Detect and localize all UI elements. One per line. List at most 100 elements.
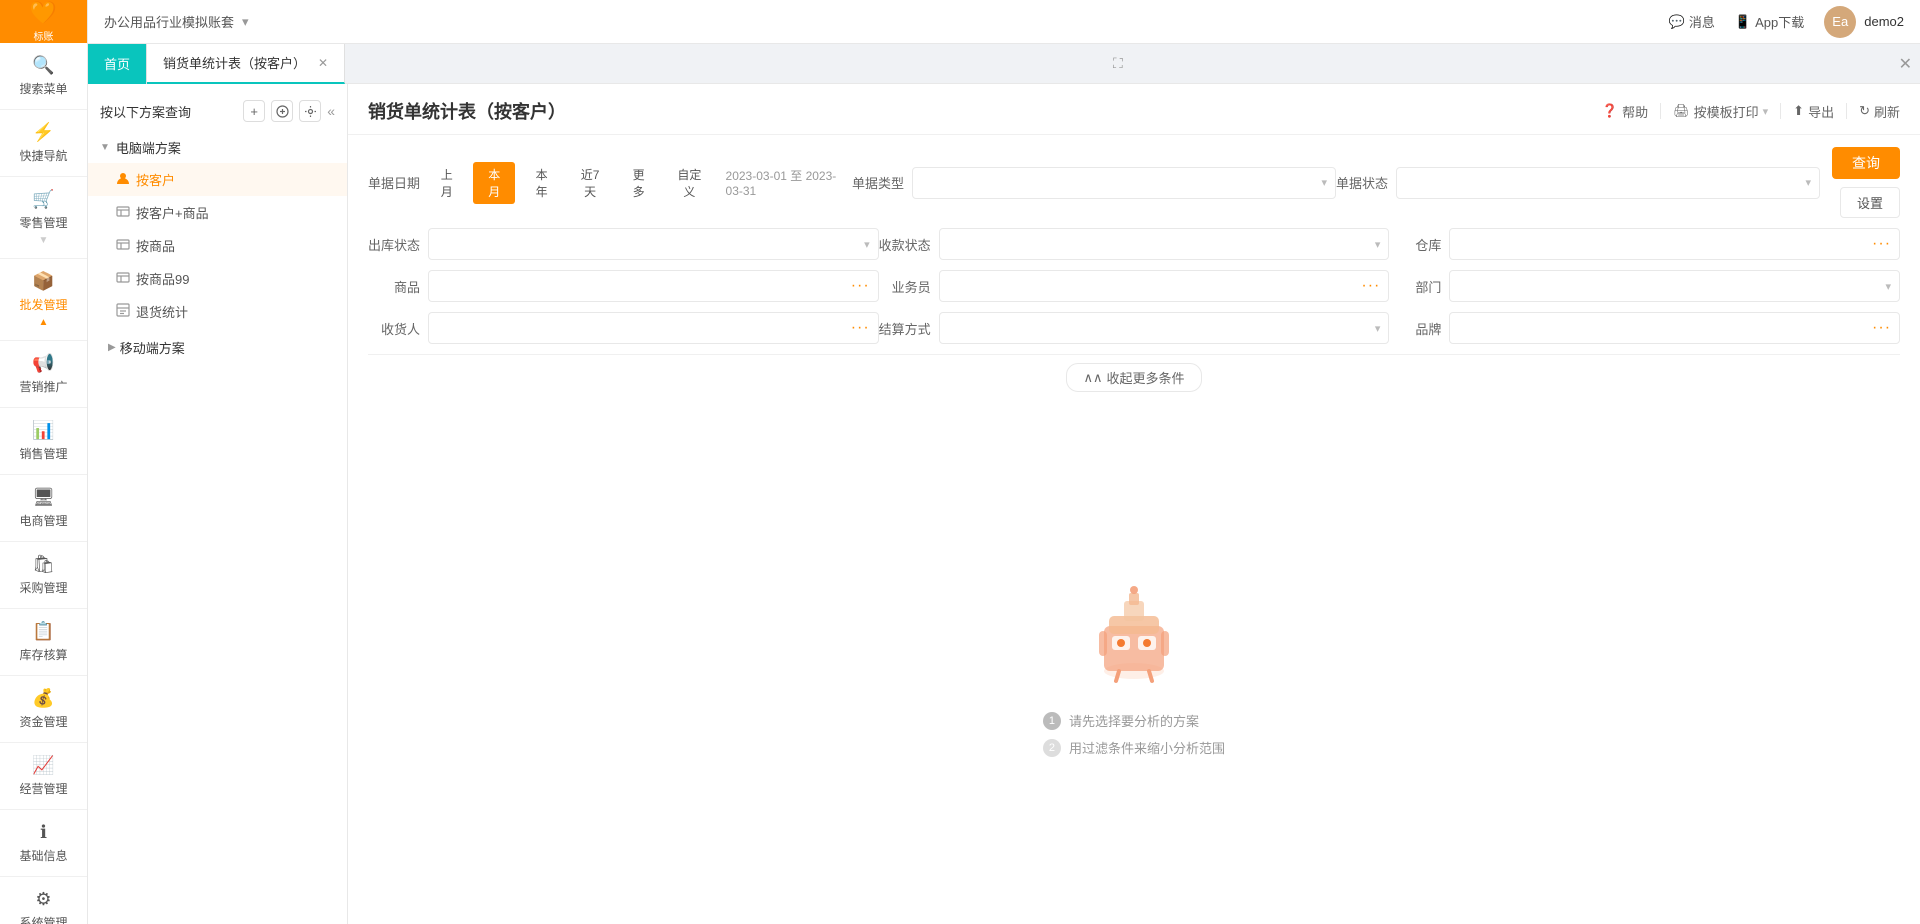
main-area: 办公用品行业模拟账套 ▾ 💬 消息 📱 App下载 Ea demo2 首页 [88, 0, 1920, 924]
recipient-label: 收货人 [368, 319, 428, 338]
date-btn-more[interactable]: 更多 [620, 162, 657, 204]
scheme-group-header-desktop[interactable]: ▼ 电脑端方案 [88, 132, 347, 163]
product-label: 商品 [368, 277, 428, 296]
retail-icon: 🛒 [32, 189, 54, 210]
filter-settlement-section: 结算方式 ▾ [879, 312, 1390, 344]
settlement-select[interactable]: ▾ [939, 312, 1390, 344]
doc-type-select[interactable]: ▾ [912, 167, 1336, 199]
template-print-btn[interactable]: 🖨 按模板打印 ▾ [1673, 102, 1768, 121]
message-btn[interactable]: 💬 消息 [1669, 12, 1715, 31]
refresh-label: 刷新 [1874, 102, 1900, 121]
sidebar-logo[interactable]: 🧡 标账 [0, 0, 88, 43]
settings-button[interactable]: 设置 [1840, 187, 1900, 218]
ecommerce-icon: 🖥 [32, 487, 55, 508]
date-btn-last-month[interactable]: 上月 [428, 162, 465, 204]
help-btn[interactable]: ❓ 帮助 [1602, 102, 1648, 121]
filter-row-1: 单据日期 上月 本月 本年 近7天 更多 自定义 2023-03-01 至 20… [368, 147, 1900, 218]
sidebar-item-retail[interactable]: 🛒 零售管理 ▼ [0, 177, 88, 259]
refresh-btn[interactable]: ↻ 刷新 [1859, 102, 1900, 121]
filter-row-2: 出库状态 ▾ 收款状态 ▾ 仓库 [368, 228, 1900, 260]
date-btn-last-7-days[interactable]: 近7天 [568, 162, 611, 204]
product-select[interactable]: ··· [428, 270, 879, 302]
filter-dept-section: 部门 ▾ [1389, 270, 1900, 302]
sidebar-item-marketing[interactable]: 📢 营销推广 [0, 341, 88, 408]
window-close-icon: ✕ [1899, 56, 1912, 73]
sidebar-item-quick-nav[interactable]: ⚡ 快捷导航 [0, 110, 88, 177]
app-download-btn[interactable]: 📱 App下载 [1735, 12, 1804, 31]
doc-type-arrow: ▾ [1321, 176, 1327, 189]
sidebar-item-sales[interactable]: 📊 销售管理 [0, 408, 88, 475]
scheme-item-return-stat[interactable]: 退货统计 [88, 295, 347, 328]
salesperson-select[interactable]: ··· [939, 270, 1390, 302]
tab-sales-stat[interactable]: 销货单统计表（按客户） ✕ [147, 44, 345, 84]
scheme-group-header-mobile[interactable]: ▶ 移动端方案 [88, 332, 347, 363]
by-customer-product-icon [116, 204, 130, 221]
sidebar-item-ecommerce[interactable]: 🖥 电商管理 [0, 475, 88, 542]
message-icon: 💬 [1669, 14, 1685, 30]
export-btn[interactable]: ⬆ 导出 [1793, 102, 1834, 121]
dept-arrow: ▾ [1885, 280, 1891, 293]
query-button[interactable]: 查询 [1832, 147, 1900, 179]
scheme-edit-btn[interactable] [271, 100, 293, 122]
sidebar-item-finance[interactable]: 💰 资金管理 [0, 676, 88, 743]
scheme-panel-actions: + « [243, 100, 335, 122]
doc-status-label: 单据状态 [1336, 173, 1396, 192]
window-close-btn[interactable]: ✕ [1899, 54, 1912, 74]
product-dots: ··· [851, 277, 870, 295]
payment-status-select[interactable]: ▾ [939, 228, 1390, 260]
sidebar-item-operations[interactable]: 📈 经营管理 [0, 743, 88, 810]
brand-select[interactable]: ··· [1449, 312, 1900, 344]
sidebar-item-basic-info[interactable]: ℹ 基础信息 [0, 810, 88, 877]
collapse-more-btn[interactable]: ∧∧ 收起更多条件 [1066, 363, 1201, 392]
scheme-settings-btn[interactable] [299, 100, 321, 122]
page-actions: ❓ 帮助 🖨 按模板打印 ▾ ⬆ 导出 [1602, 102, 1900, 121]
user-profile[interactable]: Ea demo2 [1824, 6, 1904, 38]
filter-doc-status-section: 单据状态 ▾ [1336, 167, 1820, 199]
warehouse-label: 仓库 [1389, 235, 1449, 254]
scheme-panel-header: 按以下方案查询 + « [88, 92, 347, 130]
sidebar-item-label: 快捷导航 [19, 147, 67, 164]
scheme-item-by-customer-product-label: 按客户+商品 [136, 203, 209, 222]
tab-home[interactable]: 首页 [88, 44, 147, 84]
logo-text: 标账 [34, 28, 54, 43]
sales-icon: 📊 [32, 420, 54, 441]
tab-close-icon[interactable]: ✕ [318, 56, 328, 70]
content-wrapper: 按以下方案查询 + « ▼ 电脑端方案 [88, 84, 1920, 924]
sidebar-item-system[interactable]: ⚙ 系统管理 [0, 877, 88, 924]
sidebar-item-search[interactable]: 🔍 搜索菜单 [0, 43, 88, 110]
warehouse-dots: ··· [1872, 235, 1891, 253]
scheme-item-by-customer-product[interactable]: 按客户+商品 [88, 196, 347, 229]
sidebar-item-label: 基础信息 [19, 847, 67, 864]
header-dropdown-icon[interactable]: ▾ [242, 14, 249, 30]
out-status-arrow: ▾ [864, 238, 870, 251]
filter-out-status-section: 出库状态 ▾ [368, 228, 879, 260]
header-right: 💬 消息 📱 App下载 Ea demo2 [1669, 6, 1904, 38]
recipient-select[interactable]: ··· [428, 312, 879, 344]
date-btn-custom[interactable]: 自定义 [665, 162, 713, 204]
out-status-select[interactable]: ▾ [428, 228, 879, 260]
filter-actions: 查询 设置 [1820, 147, 1900, 218]
payment-status-arrow: ▾ [1375, 238, 1381, 251]
doc-status-select[interactable]: ▾ [1396, 167, 1820, 199]
scheme-item-by-product[interactable]: 按商品 [88, 229, 347, 262]
date-btn-this-year[interactable]: 本年 [523, 162, 560, 204]
action-divider2 [1780, 103, 1781, 119]
filter-area: 单据日期 上月 本月 本年 近7天 更多 自定义 2023-03-01 至 20… [348, 135, 1920, 404]
system-icon: ⚙ [35, 889, 51, 910]
empty-steps: 1 请先选择要分析的方案 2 用过滤条件来缩小分析范围 [1043, 711, 1225, 757]
date-btn-this-month[interactable]: 本月 [473, 162, 514, 204]
scheme-item-by-product-99[interactable]: 按商品99 [88, 262, 347, 295]
warehouse-select[interactable]: ··· [1449, 228, 1900, 260]
header-left: 办公用品行业模拟账套 ▾ [104, 12, 249, 31]
scheme-add-btn[interactable]: + [243, 100, 265, 122]
sidebar-item-purchase[interactable]: 🛍 采购管理 [0, 542, 88, 609]
sidebar-item-wholesale[interactable]: 📦 批发管理 ▲ [0, 259, 88, 341]
scheme-item-by-customer[interactable]: 按客户 [88, 163, 347, 196]
doc-status-arrow: ▾ [1805, 176, 1811, 189]
sidebar-item-label: 库存核算 [19, 646, 67, 663]
scheme-collapse-btn[interactable]: « [327, 103, 335, 119]
collapse-row: ∧∧ 收起更多条件 [368, 354, 1900, 392]
sidebar-item-inventory[interactable]: 📋 库存核算 [0, 609, 88, 676]
dept-select[interactable]: ▾ [1449, 270, 1900, 302]
tab-maximize-btn[interactable]: ⛶ [1105, 55, 1131, 72]
